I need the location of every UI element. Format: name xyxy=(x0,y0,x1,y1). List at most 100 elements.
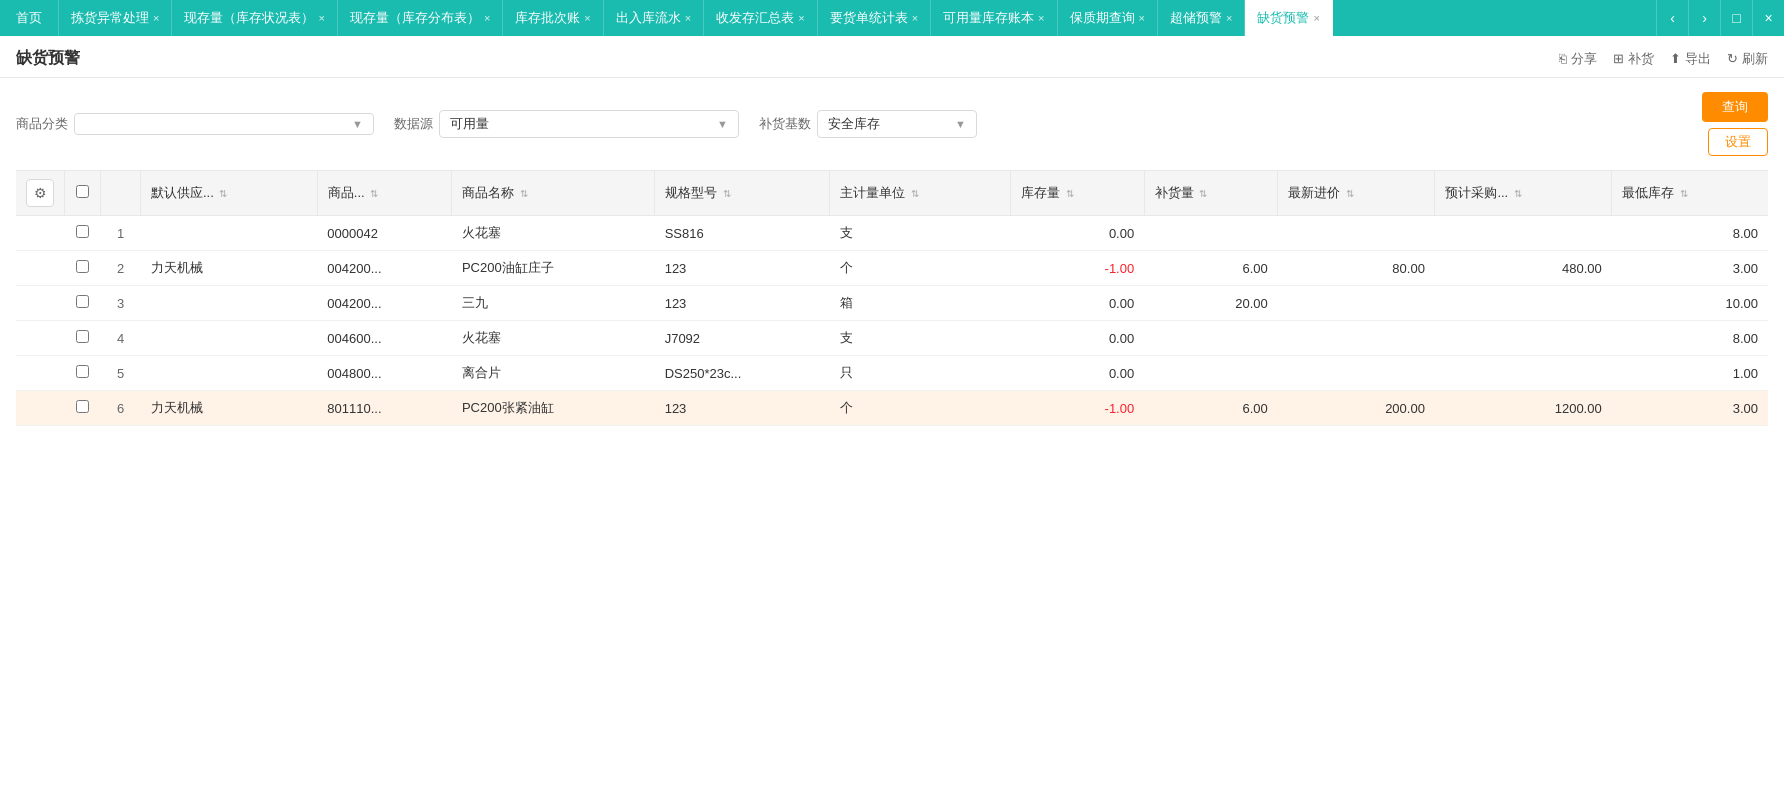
row-spec-cell: SS816 xyxy=(655,216,830,251)
nav-tab-tab4[interactable]: 库存批次账× xyxy=(503,0,603,36)
row-replenish-cell: 6.00 xyxy=(1144,391,1278,426)
row-code-cell: 004200... xyxy=(317,286,452,321)
export-icon: ⬆ xyxy=(1670,51,1681,66)
row-code-cell: 0000042 xyxy=(317,216,452,251)
refresh-button[interactable]: ↻ 刷新 xyxy=(1727,50,1768,68)
table-container: ⚙ 默认供应... ⇅ 商品... ⇅ 商品名称 xyxy=(0,170,1784,426)
settings-button[interactable]: 设置 xyxy=(1708,128,1768,156)
share-button[interactable]: ⎗ 分享 xyxy=(1559,50,1597,68)
header-actions: ⎗ 分享 ⊞ 补货 ⬆ 导出 ↻ 刷新 xyxy=(1559,50,1768,68)
nav-tab-tab6[interactable]: 收发存汇总表× xyxy=(704,0,817,36)
datasource-arrow-icon: ▼ xyxy=(717,118,728,130)
row-checkbox-2[interactable] xyxy=(76,295,89,308)
tab-close-tab7[interactable]: × xyxy=(912,12,918,24)
nav-home[interactable]: 首页 xyxy=(0,0,59,36)
page-title: 缺货预警 xyxy=(16,48,80,69)
tab-close-tab6[interactable]: × xyxy=(798,12,804,24)
home-label: 首页 xyxy=(16,9,42,27)
tab-close-tab3[interactable]: × xyxy=(484,12,490,24)
row-checkbox-4[interactable] xyxy=(76,365,89,378)
row-price-cell: 80.00 xyxy=(1278,251,1435,286)
row-name-cell: 火花塞 xyxy=(452,321,655,356)
row-minstock-cell: 10.00 xyxy=(1612,286,1768,321)
row-settings-cell xyxy=(16,356,65,391)
col-minstock-header[interactable]: 最低库存 ⇅ xyxy=(1612,171,1768,216)
col-unit-header[interactable]: 主计量单位 ⇅ xyxy=(830,171,1011,216)
nav-tab-tab9[interactable]: 保质期查询× xyxy=(1058,0,1158,36)
row-checkbox-1[interactable] xyxy=(76,260,89,273)
row-minstock-cell: 8.00 xyxy=(1612,321,1768,356)
tab-close-tab11[interactable]: × xyxy=(1313,12,1319,24)
tab-close-tab10[interactable]: × xyxy=(1226,12,1232,24)
row-replenish-cell: 6.00 xyxy=(1144,251,1278,286)
table-row: 1 0000042 火花塞 SS816 支 0.00 8.00 xyxy=(16,216,1768,251)
datasource-select[interactable]: 可用量 ▼ xyxy=(439,110,739,138)
tab-close-tab8[interactable]: × xyxy=(1038,12,1044,24)
col-stock-header[interactable]: 库存量 ⇅ xyxy=(1011,171,1145,216)
col-code-header[interactable]: 商品... ⇅ xyxy=(317,171,452,216)
query-button[interactable]: 查询 xyxy=(1702,92,1768,122)
tab-close-tab1[interactable]: × xyxy=(153,12,159,24)
row-stock-cell: -1.00 xyxy=(1011,251,1145,286)
row-settings-cell xyxy=(16,216,65,251)
table-row: 5 004800... 离合片 DS250*23c... 只 0.00 1.00 xyxy=(16,356,1768,391)
select-all-checkbox[interactable] xyxy=(76,185,89,198)
export-button[interactable]: ⬆ 导出 xyxy=(1670,50,1711,68)
tab-close-tab4[interactable]: × xyxy=(584,12,590,24)
nav-tab-tab2[interactable]: 现存量（库存状况表）× xyxy=(172,0,337,36)
row-checkbox-cell[interactable] xyxy=(65,251,101,286)
row-checkbox-0[interactable] xyxy=(76,225,89,238)
col-settings-header[interactable]: ⚙ xyxy=(16,171,65,216)
col-forecast-header[interactable]: 预计采购... ⇅ xyxy=(1435,171,1612,216)
datasource-label: 数据源 xyxy=(394,115,433,133)
row-unit-cell: 只 xyxy=(830,356,1011,391)
nav-tab-tab10[interactable]: 超储预警× xyxy=(1158,0,1245,36)
datasource-value: 可用量 xyxy=(450,115,489,133)
row-minstock-cell: 1.00 xyxy=(1612,356,1768,391)
row-stock-cell: 0.00 xyxy=(1011,216,1145,251)
row-code-cell: 004800... xyxy=(317,356,452,391)
col-spec-header[interactable]: 规格型号 ⇅ xyxy=(655,171,830,216)
gear-button[interactable]: ⚙ xyxy=(26,179,54,207)
nav-tab-tab3[interactable]: 现存量（库存分布表）× xyxy=(338,0,503,36)
replenish-button[interactable]: ⊞ 补货 xyxy=(1613,50,1654,68)
row-num-cell: 5 xyxy=(101,356,141,391)
row-checkbox-cell[interactable] xyxy=(65,321,101,356)
restore-btn[interactable]: □ xyxy=(1720,0,1752,36)
tab-close-tab9[interactable]: × xyxy=(1139,12,1145,24)
row-unit-cell: 个 xyxy=(830,251,1011,286)
col-replenish-header[interactable]: 补货量 ⇅ xyxy=(1144,171,1278,216)
category-select[interactable]: ▼ xyxy=(74,113,374,135)
close-btn[interactable]: × xyxy=(1752,0,1784,36)
price-sort-icon: ⇅ xyxy=(1346,188,1354,199)
row-unit-cell: 支 xyxy=(830,216,1011,251)
col-price-header[interactable]: 最新进价 ⇅ xyxy=(1278,171,1435,216)
row-price-cell xyxy=(1278,286,1435,321)
row-spec-cell: 123 xyxy=(655,251,830,286)
row-supplier-cell xyxy=(141,286,318,321)
row-checkbox-3[interactable] xyxy=(76,330,89,343)
col-supplier-header[interactable]: 默认供应... ⇅ xyxy=(141,171,318,216)
replenish-label: 补货基数 xyxy=(759,115,811,133)
nav-tab-tab5[interactable]: 出入库流水× xyxy=(604,0,704,36)
row-checkbox-cell[interactable] xyxy=(65,356,101,391)
row-checkbox-cell[interactable] xyxy=(65,391,101,426)
tab-close-tab2[interactable]: × xyxy=(318,12,324,24)
col-checkbox-header[interactable] xyxy=(65,171,101,216)
row-checkbox-cell[interactable] xyxy=(65,216,101,251)
row-minstock-cell: 8.00 xyxy=(1612,216,1768,251)
tab-close-tab5[interactable]: × xyxy=(685,12,691,24)
nav-tab-tab8[interactable]: 可用量库存账本× xyxy=(931,0,1057,36)
row-checkbox-5[interactable] xyxy=(76,400,89,413)
nav-tab-tab11[interactable]: 缺货预警× xyxy=(1245,0,1332,36)
nav-tab-tab1[interactable]: 拣货异常处理× xyxy=(59,0,172,36)
replenish-select[interactable]: 安全库存 ▼ xyxy=(817,110,977,138)
datasource-filter: 数据源 可用量 ▼ xyxy=(394,110,739,138)
next-tab-btn[interactable]: › xyxy=(1688,0,1720,36)
row-supplier-cell xyxy=(141,216,318,251)
nav-tab-tab7[interactable]: 要货单统计表× xyxy=(818,0,931,36)
row-unit-cell: 个 xyxy=(830,391,1011,426)
prev-tab-btn[interactable]: ‹ xyxy=(1656,0,1688,36)
col-name-header[interactable]: 商品名称 ⇅ xyxy=(452,171,655,216)
row-checkbox-cell[interactable] xyxy=(65,286,101,321)
